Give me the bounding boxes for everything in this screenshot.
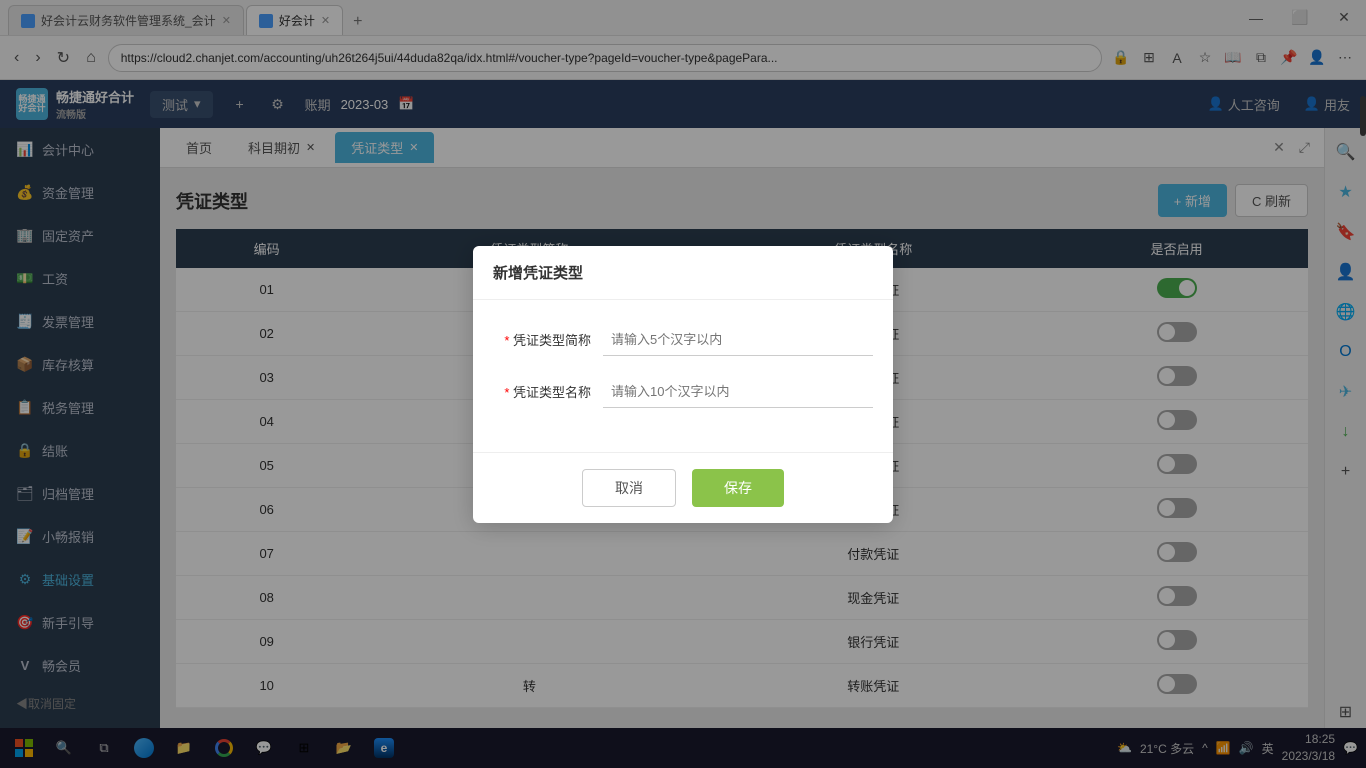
modal-header: 新增凭证类型: [473, 246, 893, 300]
modal-footer: 取消 保存: [473, 452, 893, 523]
cancel-button[interactable]: 取消: [582, 469, 676, 507]
full-name-input[interactable]: [603, 376, 873, 408]
full-name-label: 凭证类型名称: [493, 382, 603, 401]
modal-body: 凭证类型简称 凭证类型名称: [473, 300, 893, 452]
form-row-short: 凭证类型简称: [493, 324, 873, 356]
short-name-input[interactable]: [603, 324, 873, 356]
add-voucher-modal: 新增凭证类型 凭证类型简称 凭证类型名称 取消 保存: [473, 246, 893, 523]
modal-title: 新增凭证类型: [493, 262, 583, 283]
modal-overlay: 新增凭证类型 凭证类型简称 凭证类型名称 取消 保存: [0, 0, 1366, 768]
browser-frame: 好会计云财务软件管理系统_会计 ✕ 好会计 ✕ + — ⬜ ✕ ‹ › ↻ ⌂ …: [0, 0, 1366, 768]
save-button[interactable]: 保存: [692, 469, 784, 507]
form-row-full: 凭证类型名称: [493, 376, 873, 408]
short-name-label: 凭证类型简称: [493, 330, 603, 349]
